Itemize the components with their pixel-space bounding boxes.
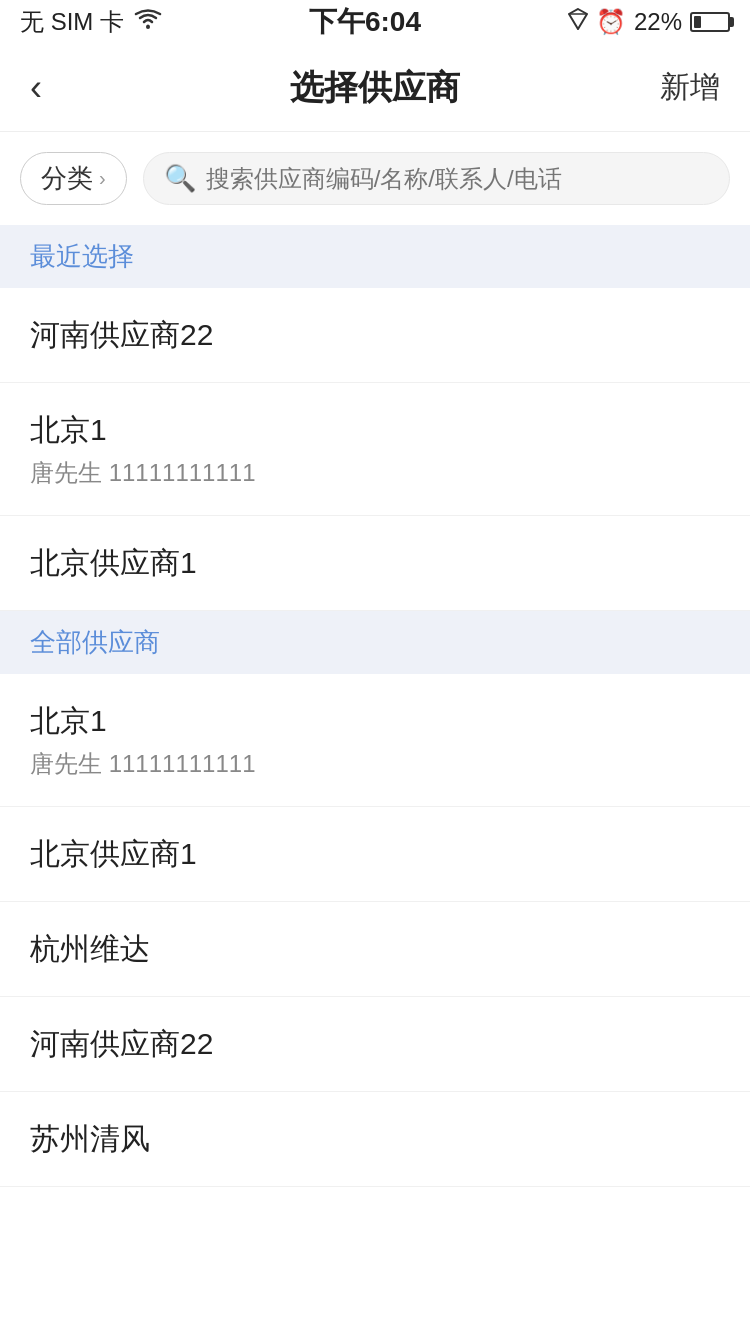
list-item[interactable]: 北京供应商1	[0, 516, 750, 611]
item-name: 河南供应商22	[30, 1023, 720, 1065]
item-name: 苏州清风	[30, 1118, 720, 1160]
status-bar: 无 SIM 卡 下午6:04 ⏰ 22%	[0, 0, 750, 44]
nav-bar: ‹ 选择供应商 新增	[0, 44, 750, 132]
battery-icon	[690, 12, 730, 32]
list-item[interactable]: 河南供应商22	[0, 288, 750, 383]
item-name: 北京供应商1	[30, 833, 720, 875]
search-box[interactable]: 🔍	[143, 152, 730, 205]
alarm-icon: ⏰	[596, 8, 626, 36]
search-icon: 🔍	[164, 163, 196, 194]
back-button[interactable]: ‹	[30, 67, 110, 109]
location-icon	[568, 8, 588, 36]
item-sub: 唐先生 11111111111	[30, 748, 720, 780]
sections-container: 最近选择河南供应商22 北京1 唐先生 11111111111 北京供应商1 全部供应商…	[0, 225, 750, 1187]
status-left: 无 SIM 卡	[20, 6, 162, 38]
page-title: 选择供应商	[290, 65, 460, 111]
chevron-right-icon: ›	[99, 167, 106, 190]
svg-point-0	[146, 25, 150, 29]
category-button[interactable]: 分类 ›	[20, 152, 127, 205]
list-item[interactable]: 苏州清风	[0, 1092, 750, 1187]
item-name: 杭州维达	[30, 928, 720, 970]
item-name: 北京供应商1	[30, 542, 720, 584]
item-name: 北京1	[30, 700, 720, 742]
search-input[interactable]	[206, 165, 709, 193]
item-name: 河南供应商22	[30, 314, 720, 356]
battery-percent: 22%	[634, 8, 682, 36]
section-header-all: 全部供应商	[0, 611, 750, 674]
new-action-button[interactable]: 新增	[640, 67, 720, 108]
status-time: 下午6:04	[309, 3, 421, 41]
list-item[interactable]: 河南供应商22	[0, 997, 750, 1092]
item-name: 北京1	[30, 409, 720, 451]
sim-status: 无 SIM 卡	[20, 6, 124, 38]
status-right: ⏰ 22%	[568, 8, 730, 36]
section-header-recent: 最近选择	[0, 225, 750, 288]
list-item[interactable]: 北京供应商1	[0, 807, 750, 902]
category-label: 分类	[41, 161, 93, 196]
filter-bar: 分类 › 🔍	[0, 132, 750, 225]
list-item[interactable]: 北京1 唐先生 11111111111	[0, 674, 750, 807]
list-item[interactable]: 北京1 唐先生 11111111111	[0, 383, 750, 516]
item-sub: 唐先生 11111111111	[30, 457, 720, 489]
wifi-icon	[134, 8, 162, 36]
list-item[interactable]: 杭州维达	[0, 902, 750, 997]
